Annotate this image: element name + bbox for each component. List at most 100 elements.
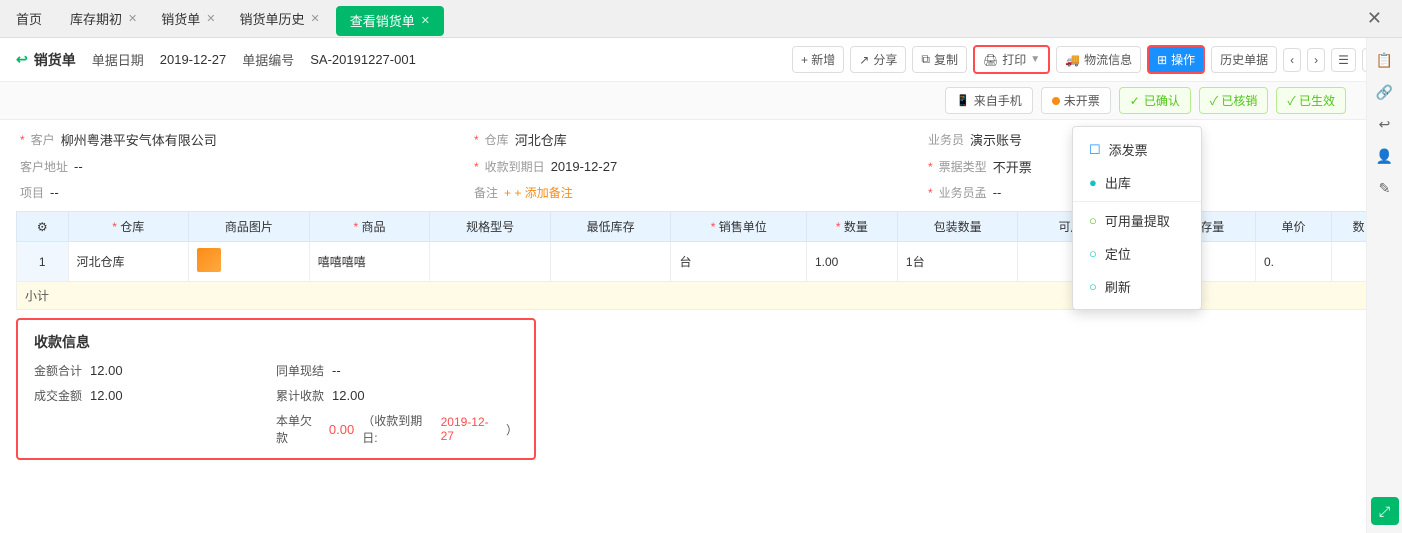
tab-close-view-sales[interactable]: ✕ [421, 14, 430, 27]
sold-out-status[interactable]: ✓ 已核销 [1199, 87, 1269, 114]
effective-status[interactable]: ✓ 已生效 [1276, 87, 1346, 114]
salesperson2-value: -- [993, 185, 1002, 200]
note-add-btn[interactable]: + + 添加备注 [504, 184, 573, 201]
copy-icon: ⧉ [921, 52, 930, 67]
tab-view-sales[interactable]: 查看销货单 ✕ [336, 6, 444, 36]
dropdown-item-available-qty[interactable]: ○ 可用量提取 [1073, 204, 1201, 237]
due-date-close: ） [506, 421, 518, 438]
window-close-button[interactable]: ✕ [1355, 8, 1394, 29]
ticket-type-value: 不开票 [993, 157, 1032, 176]
ticket-type-required: * [928, 160, 933, 174]
due-date-info: （收款到期日: [362, 412, 432, 446]
not-opened-button[interactable]: 未开票 [1041, 87, 1111, 114]
sidebar-icon-doc[interactable]: 📋 [1371, 46, 1399, 74]
total-amount-label: 金额合计 [34, 362, 82, 379]
tab-close-history[interactable]: ✕ [311, 12, 320, 25]
next-record-button[interactable]: › [1307, 48, 1325, 72]
sidebar-icon-edit[interactable]: ✎ [1371, 174, 1399, 202]
col-min-stock: 最低库存 [550, 212, 671, 242]
cumulative-receipt-value: 12.00 [332, 388, 365, 403]
sidebar-icon-link[interactable]: 🔗 [1371, 78, 1399, 106]
customer-addr-value: -- [74, 159, 83, 174]
toolbar-right: + 新增 ↗ 分享 ⧉ 复制 🖨 打印 ▼ 🚚 物流信息 ⊞ 操作 [792, 45, 1386, 74]
total-amount-row: 金额合计 12.00 [34, 362, 276, 379]
cell-unit-price: 0. [1255, 242, 1331, 282]
main-area: ↩ 销货单 单据日期 2019-12-27 单据编号 SA-20191227-0… [0, 38, 1402, 533]
current-payable-value: 0.00 [329, 422, 354, 437]
history-button[interactable]: 历史单据 [1211, 46, 1277, 73]
tab-close-inventory[interactable]: ✕ [128, 12, 137, 25]
doc-icon: ↩ [16, 51, 28, 68]
doc-title: ↩ 销货单 [16, 50, 76, 70]
col-spec: 规格型号 [430, 212, 551, 242]
operations-button[interactable]: ⊞ 操作 [1147, 45, 1205, 74]
note-row: 备注 + + 添加备注 [474, 184, 928, 201]
print-icon: 🖨 [983, 53, 998, 67]
outbound-icon: ● [1089, 175, 1097, 190]
tab-sales-history[interactable]: 销货单历史 ✕ [227, 0, 331, 38]
current-payable-label: 本单欠款 [276, 412, 321, 446]
salesperson2-required: * [928, 186, 933, 200]
tab-bar: 首页 库存期初 ✕ 销货单 ✕ 销货单历史 ✕ 查看销货单 ✕ ✕ [0, 0, 1402, 38]
dropdown-item-locate[interactable]: ○ 定位 [1073, 237, 1201, 270]
tab-inventory-init[interactable]: 库存期初 ✕ [58, 0, 149, 38]
warehouse-label: 仓库 [485, 131, 509, 148]
tab-home[interactable]: 首页 [0, 0, 58, 38]
product-thumbnail [197, 248, 221, 272]
cell-product-name: 嘻嘻嘻嘻 [309, 242, 430, 282]
confirm-button[interactable]: ✓ 已确认 [1119, 87, 1191, 114]
summary-grid: 金额合计 12.00 同单现结 -- 成交金额 12.00 累计收款 12.00… [34, 362, 518, 446]
due-date-value: 2019-12-27 [441, 415, 498, 443]
logistics-button[interactable]: 🚚 物流信息 [1056, 46, 1141, 73]
project-value: -- [50, 185, 59, 200]
salesperson-label: 业务员 [928, 131, 964, 148]
dropdown-item-refresh[interactable]: ○ 刷新 [1073, 270, 1201, 303]
col-product: * 商品 [309, 212, 430, 242]
operations-dropdown: ☐ 添发票 ● 出库 ○ 可用量提取 ○ 定位 ○ 刷新 [1072, 126, 1202, 310]
col-warehouse: * 仓库 [68, 212, 189, 242]
col-quantity: * 数量 [806, 212, 897, 242]
from-phone-button[interactable]: 📱 来自手机 [945, 87, 1033, 114]
prev-record-button[interactable]: ‹ [1283, 48, 1301, 72]
cell-product-img [189, 242, 310, 282]
transaction-amount-value: 12.00 [90, 388, 123, 403]
payment-date-label: 收款到期日 [485, 158, 545, 175]
project-row: 项目 -- [20, 184, 474, 201]
print-button[interactable]: 🖨 打印 ▼ [973, 45, 1050, 74]
customer-label-text: 客户 [31, 131, 55, 148]
phone-icon: 📱 [956, 94, 970, 107]
cell-spec [430, 242, 551, 282]
col-pack-qty: 包装数量 [897, 212, 1018, 242]
cumulative-receipt-label: 累计收款 [276, 387, 324, 404]
tab-sales-order[interactable]: 销货单 ✕ [149, 0, 227, 38]
logistics-icon: 🚚 [1065, 53, 1080, 67]
sidebar-icon-user[interactable]: 👤 [1371, 142, 1399, 170]
sidebar-icon-expand[interactable]: ⤢ [1371, 497, 1399, 525]
cell-warehouse: 河北仓库 [68, 242, 189, 282]
share-button[interactable]: ↗ 分享 [850, 46, 906, 73]
dropdown-item-add-invoice[interactable]: ☐ 添发票 [1073, 133, 1201, 166]
warehouse-value: 河北仓库 [515, 130, 567, 149]
grid-icon: ⊞ [1157, 53, 1167, 67]
copy-button[interactable]: ⧉ 复制 [912, 46, 967, 73]
total-amount-value: 12.00 [90, 363, 123, 378]
same-order-row: 同单现结 -- [276, 362, 518, 379]
sidebar-icon-return[interactable]: ↩ [1371, 110, 1399, 138]
col-settings: ⚙ [17, 212, 69, 242]
list-view-button[interactable]: ☰ [1331, 48, 1356, 72]
tab-close-sales[interactable]: ✕ [206, 12, 215, 25]
print-dropdown-arrow[interactable]: ▼ [1030, 54, 1040, 65]
new-button[interactable]: + 新增 [792, 46, 844, 73]
check-circle2-icon: ✓ [1287, 94, 1295, 108]
payment-date-required: * [474, 160, 479, 174]
number-value: SA-20191227-001 [310, 52, 416, 67]
check-circle-icon: ✓ [1210, 94, 1218, 108]
col-unit-price: 单价 [1255, 212, 1331, 242]
dropdown-item-outbound[interactable]: ● 出库 [1073, 166, 1201, 199]
doc-meta: 单据日期 2019-12-27 单据编号 SA-20191227-001 [92, 50, 416, 69]
salesperson2-label: 业务员孟 [939, 184, 987, 201]
add-invoice-icon: ☐ [1089, 142, 1101, 158]
locate-icon: ○ [1089, 246, 1097, 261]
same-order-value: -- [332, 363, 341, 378]
customer-addr-label: 客户地址 [20, 158, 68, 175]
